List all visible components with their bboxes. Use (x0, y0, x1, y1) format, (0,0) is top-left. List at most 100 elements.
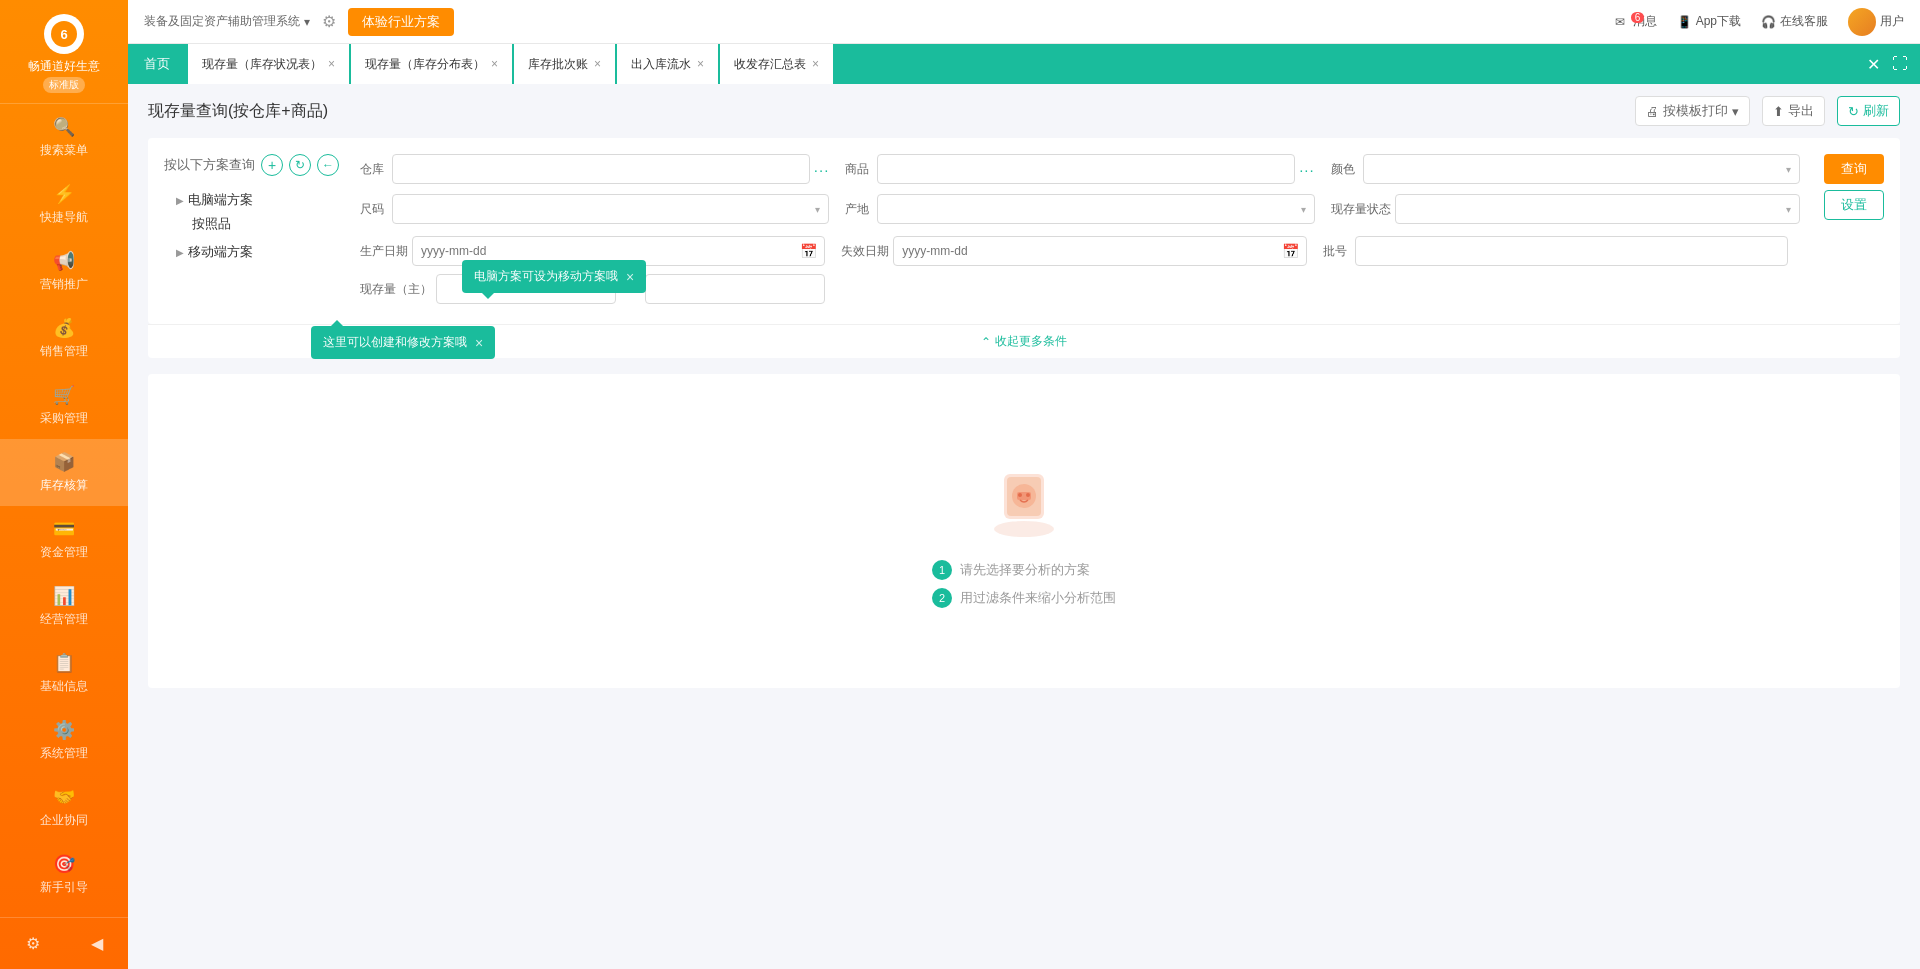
main-content: 现存量查询(按仓库+商品) 🖨 按模板打印 ▾ ⬆ 导出 ↻ 刷新 按以下方案查… (128, 84, 1920, 969)
page-title-bar: 现存量查询(按仓库+商品) 🖨 按模板打印 ▾ ⬆ 导出 ↻ 刷新 (128, 84, 1920, 138)
exp-date-calendar-icon[interactable]: 📅 (1282, 243, 1299, 259)
desktop-scheme-children: 按照品 (168, 212, 338, 236)
stock-status-label: 现存量状态 (1331, 201, 1391, 218)
tab-batch-ledger[interactable]: 库存批次账 × (514, 44, 615, 84)
sidebar-item-system[interactable]: ⚙️ 系统管理 (0, 707, 128, 774)
filter-exp-date: 失效日期 📅 (841, 236, 1306, 266)
system-name: 装备及固定资产辅助管理系统 (144, 13, 300, 30)
sidebar-item-search-label: 搜索菜单 (40, 142, 88, 159)
header-gear-icon[interactable]: ⚙ (322, 12, 336, 31)
query-btn[interactable]: 查询 (1824, 154, 1884, 184)
step-2-num: 2 (932, 588, 952, 608)
stock-status-select[interactable]: ▾ (1395, 194, 1800, 224)
sidebar-item-basic[interactable]: 📋 基础信息 (0, 640, 128, 707)
sidebar-item-marketing[interactable]: 📢 营销推广 (0, 238, 128, 305)
finance-icon: 💳 (53, 518, 75, 540)
scheme-refresh-btn[interactable]: ↻ (289, 154, 311, 176)
svg-point-2 (994, 521, 1054, 537)
collapse-more-label: 收起更多条件 (995, 333, 1067, 350)
sidebar-item-purchase[interactable]: 🛒 采购管理 (0, 372, 128, 439)
stock-main-to[interactable] (645, 274, 825, 304)
size-label: 尺码 (360, 201, 388, 218)
filter-stock-status: 现存量状态 ▾ (1331, 194, 1800, 224)
export-icon: ⬆ (1773, 104, 1784, 119)
purchase-icon: 🛒 (53, 384, 75, 406)
reset-btn[interactable]: 设置 (1824, 190, 1884, 220)
tab-in-out-flow[interactable]: 出入库流水 × (617, 44, 718, 84)
refresh-btn[interactable]: ↻ 刷新 (1837, 96, 1900, 126)
sidebar-item-operation[interactable]: 📊 经营管理 (0, 573, 128, 640)
prod-date-calendar-icon[interactable]: 📅 (800, 243, 817, 259)
avatar (1848, 8, 1876, 36)
user-label: 用户 (1880, 13, 1904, 30)
sidebar-item-guide-label: 新手引导 (40, 879, 88, 896)
app-download-label: App下载 (1696, 13, 1741, 30)
print-label: 按模板打印 (1663, 102, 1728, 120)
filter-color: 颜色 ▾ (1331, 154, 1800, 184)
sidebar-item-operation-label: 经营管理 (40, 611, 88, 628)
sidebar-item-finance[interactable]: 💳 资金管理 (0, 506, 128, 573)
edit-tooltip-close[interactable]: × (475, 335, 483, 351)
system-selector[interactable]: 装备及固定资产辅助管理系统 ▾ (144, 13, 310, 30)
warehouse-input[interactable] (392, 154, 810, 184)
tab-inventory-dist[interactable]: 现存量（库存分布表） × (351, 44, 512, 84)
desktop-scheme-label: 电脑端方案 (188, 191, 253, 209)
color-select[interactable]: ▾ (1363, 154, 1800, 184)
sidebar-item-corp[interactable]: 🤝 企业协同 (0, 774, 128, 841)
exp-date-label: 失效日期 (841, 243, 889, 260)
sidebar-item-inventory[interactable]: 📦 库存核算 (0, 439, 128, 506)
sidebar-item-quick-nav[interactable]: ⚡ 快捷导航 (0, 171, 128, 238)
warehouse-label: 仓库 (360, 161, 388, 178)
mobile-scheme-item[interactable]: ▶ 移动端方案 (168, 240, 338, 264)
app-download-btn[interactable]: 📱 App下载 (1677, 13, 1741, 30)
export-label: 导出 (1788, 102, 1814, 120)
tab-home[interactable]: 首页 (128, 44, 186, 84)
tab-recv-send-summary[interactable]: 收发存汇总表 × (720, 44, 833, 84)
tab-batch-ledger-close[interactable]: × (594, 57, 601, 71)
sidebar-item-guide[interactable]: 🎯 新手引导 (0, 841, 128, 908)
online-support-label: 在线客服 (1780, 13, 1828, 30)
size-select[interactable]: ▾ (392, 194, 829, 224)
filter-goods: 商品 ··· (845, 154, 1314, 184)
user-btn[interactable]: 用户 (1848, 8, 1904, 36)
scheme-tooltip-close[interactable]: × (626, 269, 634, 285)
color-chevron-icon: ▾ (1786, 164, 1791, 175)
export-btn[interactable]: ⬆ 导出 (1762, 96, 1825, 126)
empty-illustration (979, 454, 1069, 544)
stock-main-label: 现存量（主） (360, 281, 432, 298)
scheme-add-btn[interactable]: + (261, 154, 283, 176)
origin-select[interactable]: ▾ (877, 194, 1314, 224)
desktop-scheme-item[interactable]: ▶ 电脑端方案 (168, 188, 338, 212)
origin-label: 产地 (845, 201, 873, 218)
goods-dots[interactable]: ··· (1299, 161, 1315, 178)
sidebar-item-sales-label: 销售管理 (40, 343, 88, 360)
guide-icon: 🎯 (53, 853, 75, 875)
sidebar-item-sales[interactable]: 💰 销售管理 (0, 305, 128, 372)
industry-btn[interactable]: 体验行业方案 (348, 8, 454, 36)
tabbar-close-btn[interactable]: ✕ (1863, 51, 1884, 78)
scheme-tree: ▶ 电脑端方案 按照品 ▶ 移动端方案 (168, 188, 338, 264)
tabbar-fullscreen-btn[interactable]: ⛶ (1888, 51, 1912, 77)
batch-input[interactable] (1355, 236, 1788, 266)
scheme-back-btn[interactable]: ← (317, 154, 339, 176)
desktop-scheme-child-1[interactable]: 按照品 (184, 212, 338, 236)
tab-in-out-flow-close[interactable]: × (697, 57, 704, 71)
goods-input[interactable] (877, 154, 1295, 184)
tab-inventory-dist-close[interactable]: × (491, 57, 498, 71)
tab-recv-send-summary-close[interactable]: × (812, 57, 819, 71)
tab-inventory-status[interactable]: 现存量（库存状况表） × (188, 44, 349, 84)
online-support-btn[interactable]: 🎧 在线客服 (1761, 13, 1828, 30)
collapse-up-icon: ⌃ (981, 335, 991, 349)
refresh-icon: ↻ (1848, 104, 1859, 119)
tab-inventory-status-close[interactable]: × (328, 57, 335, 71)
settings-footer-btn[interactable]: ⚙ (22, 930, 44, 957)
exp-date-input[interactable] (893, 236, 1306, 266)
empty-step-1: 1 请先选择要分析的方案 (932, 560, 1116, 580)
filter-row-1: 按以下方案查询 + ↻ ← 仓库 ··· 商品 ··· (164, 154, 1884, 224)
message-btn[interactable]: ✉ 6 消息 (1615, 13, 1657, 30)
warehouse-dots[interactable]: ··· (814, 161, 830, 178)
collapse-footer-btn[interactable]: ◀ (87, 930, 107, 957)
print-btn[interactable]: 🖨 按模板打印 ▾ (1635, 96, 1750, 126)
sidebar-item-search[interactable]: 🔍 搜索菜单 (0, 104, 128, 171)
tab-inventory-dist-label: 现存量（库存分布表） (365, 56, 485, 73)
